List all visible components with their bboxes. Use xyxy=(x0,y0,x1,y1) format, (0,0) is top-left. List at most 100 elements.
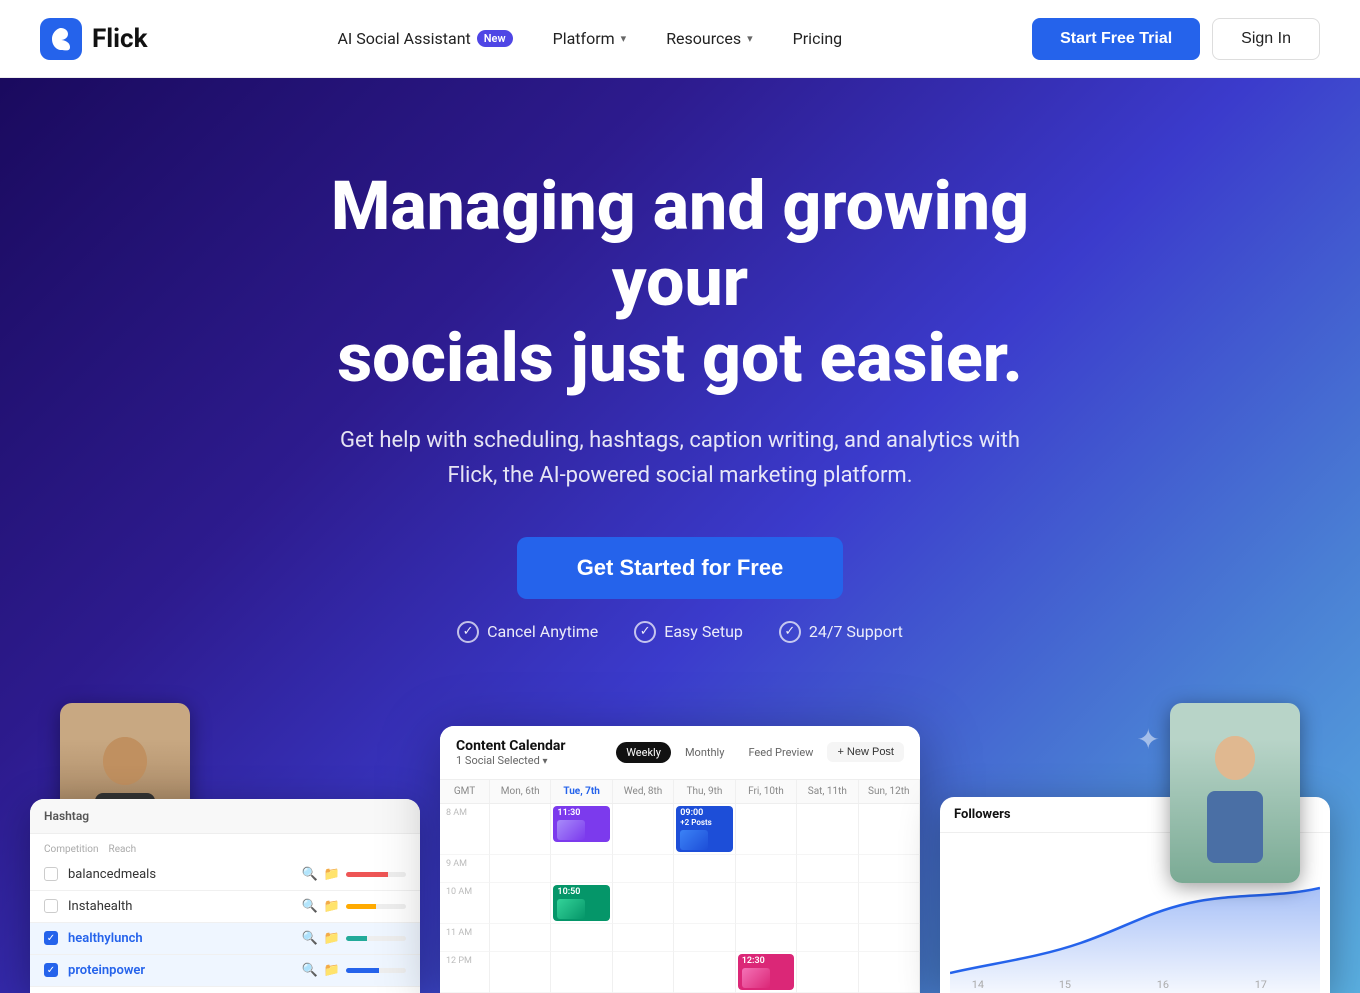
cal-cell[interactable] xyxy=(490,804,551,855)
new-post-button[interactable]: + New Post xyxy=(827,742,904,762)
timezone-label: GMT xyxy=(440,780,490,803)
cal-cell[interactable] xyxy=(613,924,674,952)
tab-feed-preview[interactable]: Feed Preview xyxy=(738,742,823,763)
nav-platform[interactable]: Platform ▾ xyxy=(537,21,643,56)
feature-cancel-label: Cancel Anytime xyxy=(487,622,598,641)
cal-cell[interactable] xyxy=(736,804,797,855)
tab-monthly[interactable]: Monthly xyxy=(675,742,735,763)
calendar-title: Content Calendar xyxy=(456,738,566,754)
content-calendar: Content Calendar 1 Social Selected ▾ Wee… xyxy=(440,726,920,993)
hashtag-row: ✓ proteinpower 🔍 📁 xyxy=(30,955,420,987)
day-sun: Sun, 12th xyxy=(859,780,920,803)
cal-cell[interactable] xyxy=(551,952,612,993)
search-icon[interactable]: 🔍 xyxy=(302,963,318,978)
cal-cell[interactable] xyxy=(797,952,858,993)
cal-cell[interactable] xyxy=(613,804,674,855)
competition-label: Competition xyxy=(44,844,99,855)
svg-text:14: 14 xyxy=(972,978,984,990)
brand-name: Flick xyxy=(92,24,147,54)
cal-cell[interactable] xyxy=(736,924,797,952)
time-8am: 8 AM xyxy=(440,804,490,855)
day-fri: Fri, 10th xyxy=(736,780,797,803)
cal-cell[interactable] xyxy=(674,952,735,993)
search-icon[interactable]: 🔍 xyxy=(302,867,318,882)
hero-title-line2: socials just got easier. xyxy=(337,318,1023,398)
cal-cell[interactable] xyxy=(551,924,612,952)
bar-chart xyxy=(346,936,406,941)
nav-ai-social[interactable]: AI Social Assistant New xyxy=(321,21,528,56)
cal-cell[interactable] xyxy=(797,924,858,952)
reach-label: Reach xyxy=(109,844,137,855)
hero-screenshots: Hashtag Competition Reach balancedmeals … xyxy=(0,693,1360,993)
calendar-event[interactable]: 10:50 xyxy=(553,885,609,921)
cal-cell[interactable] xyxy=(736,883,797,924)
start-trial-button[interactable]: Start Free Trial xyxy=(1032,18,1200,60)
folder-icon[interactable]: 📁 xyxy=(324,963,340,978)
sign-in-button[interactable]: Sign In xyxy=(1212,18,1320,60)
cal-cell[interactable] xyxy=(613,952,674,993)
hashtag-row: ✓ healthylunch 🔍 📁 xyxy=(30,923,420,955)
bar-chart xyxy=(346,872,406,877)
avatar-right xyxy=(1170,703,1300,883)
nav-platform-label: Platform xyxy=(553,29,615,48)
hashtag-checkbox[interactable] xyxy=(44,867,58,881)
flick-logo-icon xyxy=(40,18,82,60)
nav-pricing[interactable]: Pricing xyxy=(777,21,859,56)
cal-cell[interactable] xyxy=(797,804,858,855)
nav-ai-social-label: AI Social Assistant xyxy=(337,29,470,48)
time-11am: 11 AM xyxy=(440,924,490,952)
check-icon: ✓ xyxy=(779,621,801,643)
hashtag-checkbox-checked[interactable]: ✓ xyxy=(44,963,58,977)
chevron-down-icon: ▾ xyxy=(621,32,627,45)
hashtag-name: balancedmeals xyxy=(68,867,292,882)
cal-cell[interactable] xyxy=(859,883,920,924)
analytics-title: Followers xyxy=(954,807,1011,822)
hashtag-checkbox-checked[interactable]: ✓ xyxy=(44,931,58,945)
calendar-subtitle: 1 Social Selected ▾ xyxy=(456,754,566,767)
cal-cell[interactable] xyxy=(859,924,920,952)
cal-cell[interactable] xyxy=(490,924,551,952)
cal-cell[interactable] xyxy=(613,883,674,924)
navbar: Flick AI Social Assistant New Platform ▾… xyxy=(0,0,1360,78)
nav-links: AI Social Assistant New Platform ▾ Resou… xyxy=(321,21,858,56)
hero-section: Managing and growing your socials just g… xyxy=(0,78,1360,993)
folder-icon[interactable]: 📁 xyxy=(324,867,340,882)
cal-cell[interactable]: 11:30 xyxy=(551,804,612,855)
feature-support-label: 24/7 Support xyxy=(809,622,903,641)
get-started-button[interactable]: Get Started for Free xyxy=(517,537,844,599)
calendar-body: 8 AM 11:30 09:00+2 Posts 9 AM xyxy=(440,804,920,993)
cal-cell[interactable] xyxy=(490,952,551,993)
cal-cell[interactable]: 12:30 xyxy=(736,952,797,993)
calendar-tabs: Weekly Monthly Feed Preview + New Post xyxy=(616,742,904,763)
svg-text:16: 16 xyxy=(1157,978,1169,990)
search-icon[interactable]: 🔍 xyxy=(302,899,318,914)
logo[interactable]: Flick xyxy=(40,18,147,60)
hero-title: Managing and growing your socials just g… xyxy=(255,168,1105,396)
cal-cell[interactable] xyxy=(859,804,920,855)
folder-icon[interactable]: 📁 xyxy=(324,899,340,914)
check-icon: ✓ xyxy=(457,621,479,643)
hashtag-panel-header: Hashtag xyxy=(30,799,420,834)
hero-title-line1: Managing and growing your xyxy=(331,166,1029,322)
nav-resources[interactable]: Resources ▾ xyxy=(650,21,768,56)
cal-cell[interactable] xyxy=(674,883,735,924)
time-12pm: 12 PM xyxy=(440,952,490,993)
cal-cell[interactable] xyxy=(797,883,858,924)
hashtag-checkbox[interactable] xyxy=(44,899,58,913)
cal-cell[interactable]: 09:00+2 Posts xyxy=(674,804,735,855)
cal-cell[interactable] xyxy=(859,952,920,993)
tab-weekly[interactable]: Weekly xyxy=(616,742,671,763)
feature-cancel: ✓ Cancel Anytime xyxy=(457,621,598,643)
day-wed: Wed, 8th xyxy=(613,780,674,803)
cal-cell[interactable]: 10:50 xyxy=(551,883,612,924)
cal-cell[interactable] xyxy=(490,883,551,924)
nav-pricing-label: Pricing xyxy=(793,29,843,48)
folder-icon[interactable]: 📁 xyxy=(324,931,340,946)
calendar-event[interactable]: 11:30 xyxy=(553,806,609,842)
search-icon[interactable]: 🔍 xyxy=(302,931,318,946)
day-tue: Tue, 7th xyxy=(551,780,612,803)
cal-cell[interactable] xyxy=(674,924,735,952)
calendar-event[interactable]: 12:30 xyxy=(738,954,794,990)
day-sat: Sat, 11th xyxy=(797,780,858,803)
calendar-event[interactable]: 09:00+2 Posts xyxy=(676,806,732,852)
